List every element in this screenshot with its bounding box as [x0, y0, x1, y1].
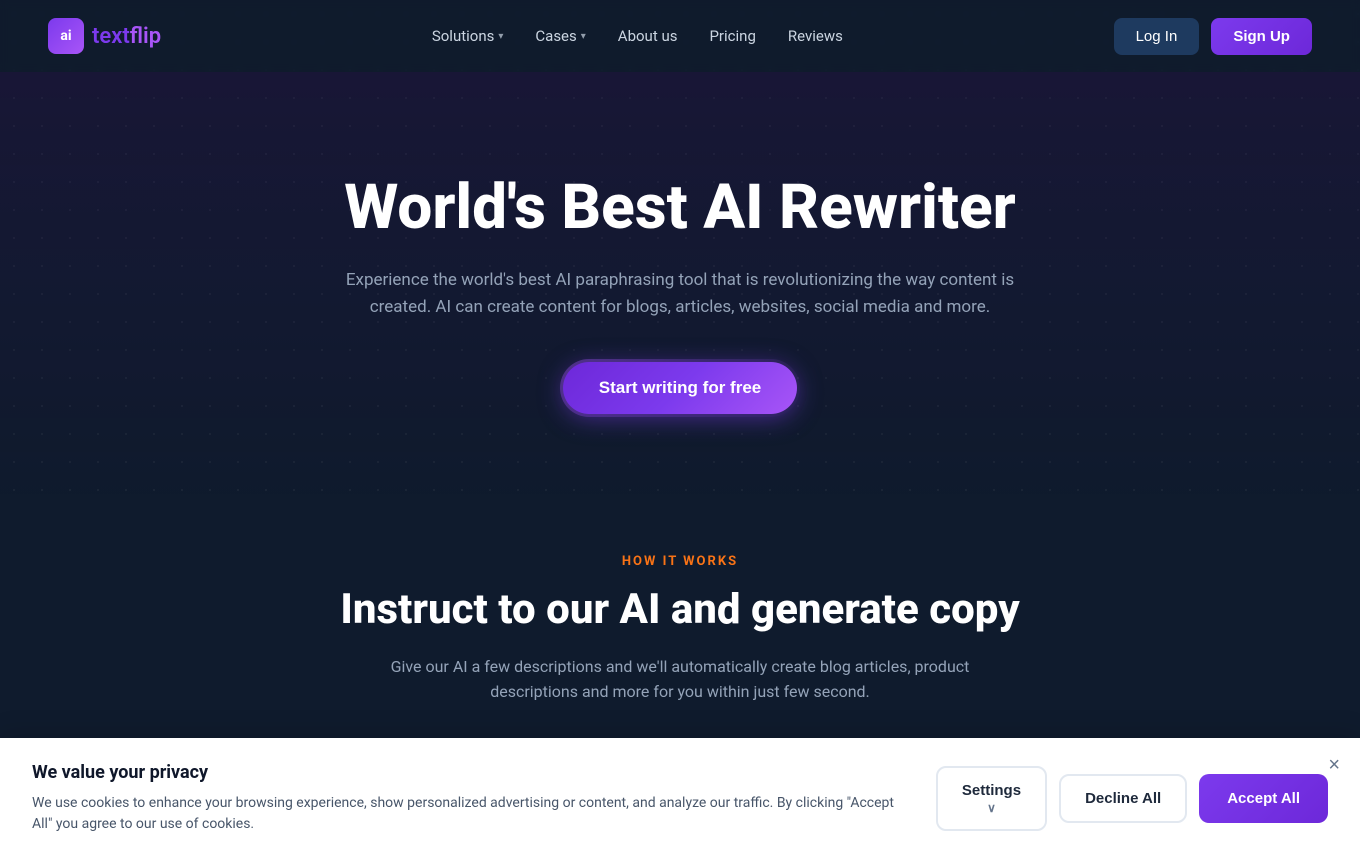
cookie-text-area: We value your privacy We use cookies to … — [32, 762, 912, 835]
logo-text: textflip — [92, 24, 161, 49]
nav-link-solutions[interactable]: Solutions ▾ — [420, 19, 516, 53]
signup-button[interactable]: Sign Up — [1211, 18, 1312, 55]
hero-heading: World's Best AI Rewriter — [20, 172, 1340, 243]
cookie-banner: We value your privacy We use cookies to … — [0, 738, 1360, 859]
nav-item-pricing: Pricing — [697, 19, 767, 53]
logo-text-main: text — [92, 24, 130, 49]
navbar: ai textflip Solutions ▾ Cases ▾ About us — [0, 0, 1360, 72]
logo-text-accent: flip — [130, 24, 161, 49]
login-button[interactable]: Log In — [1114, 18, 1200, 55]
chevron-down-icon: ∨ — [987, 801, 996, 815]
nav-actions: Log In Sign Up — [1114, 18, 1312, 55]
nav-item-solutions: Solutions ▾ — [420, 19, 516, 53]
nav-links: Solutions ▾ Cases ▾ About us Pricing Rev… — [420, 19, 855, 53]
chevron-down-icon: ▾ — [498, 31, 503, 42]
cookie-actions: Settings ∨ Decline All Accept All — [936, 766, 1328, 831]
nav-item-reviews: Reviews — [776, 19, 855, 53]
cookie-settings-button[interactable]: Settings ∨ — [936, 766, 1047, 831]
section-label: HOW IT WORKS — [20, 554, 1340, 569]
hero-section: World's Best AI Rewriter Experience the … — [0, 72, 1360, 494]
section-heading: Instruct to our AI and generate copy — [20, 585, 1340, 634]
nav-item-about: About us — [606, 19, 690, 53]
cookie-settings-label: Settings — [962, 782, 1021, 799]
logo[interactable]: ai textflip — [48, 18, 161, 54]
cookie-close-button[interactable]: × — [1328, 754, 1340, 777]
section-description: Give our AI a few descriptions and we'll… — [360, 654, 1000, 705]
cookie-title: We value your privacy — [32, 762, 912, 783]
cta-button[interactable]: Start writing for free — [563, 362, 797, 414]
nav-link-cases[interactable]: Cases ▾ — [523, 19, 597, 53]
hero-description: Experience the world's best AI paraphras… — [340, 267, 1020, 321]
cookie-description: We use cookies to enhance your browsing … — [32, 793, 912, 835]
cookie-accept-button[interactable]: Accept All — [1199, 774, 1328, 823]
nav-link-pricing[interactable]: Pricing — [697, 19, 767, 53]
nav-link-about[interactable]: About us — [606, 19, 690, 53]
nav-link-reviews[interactable]: Reviews — [776, 19, 855, 53]
logo-icon: ai — [48, 18, 84, 54]
nav-item-cases: Cases ▾ — [523, 19, 597, 53]
cookie-decline-button[interactable]: Decline All — [1059, 774, 1187, 823]
logo-ai-text: ai — [60, 28, 71, 44]
chevron-down-icon: ▾ — [581, 31, 586, 42]
